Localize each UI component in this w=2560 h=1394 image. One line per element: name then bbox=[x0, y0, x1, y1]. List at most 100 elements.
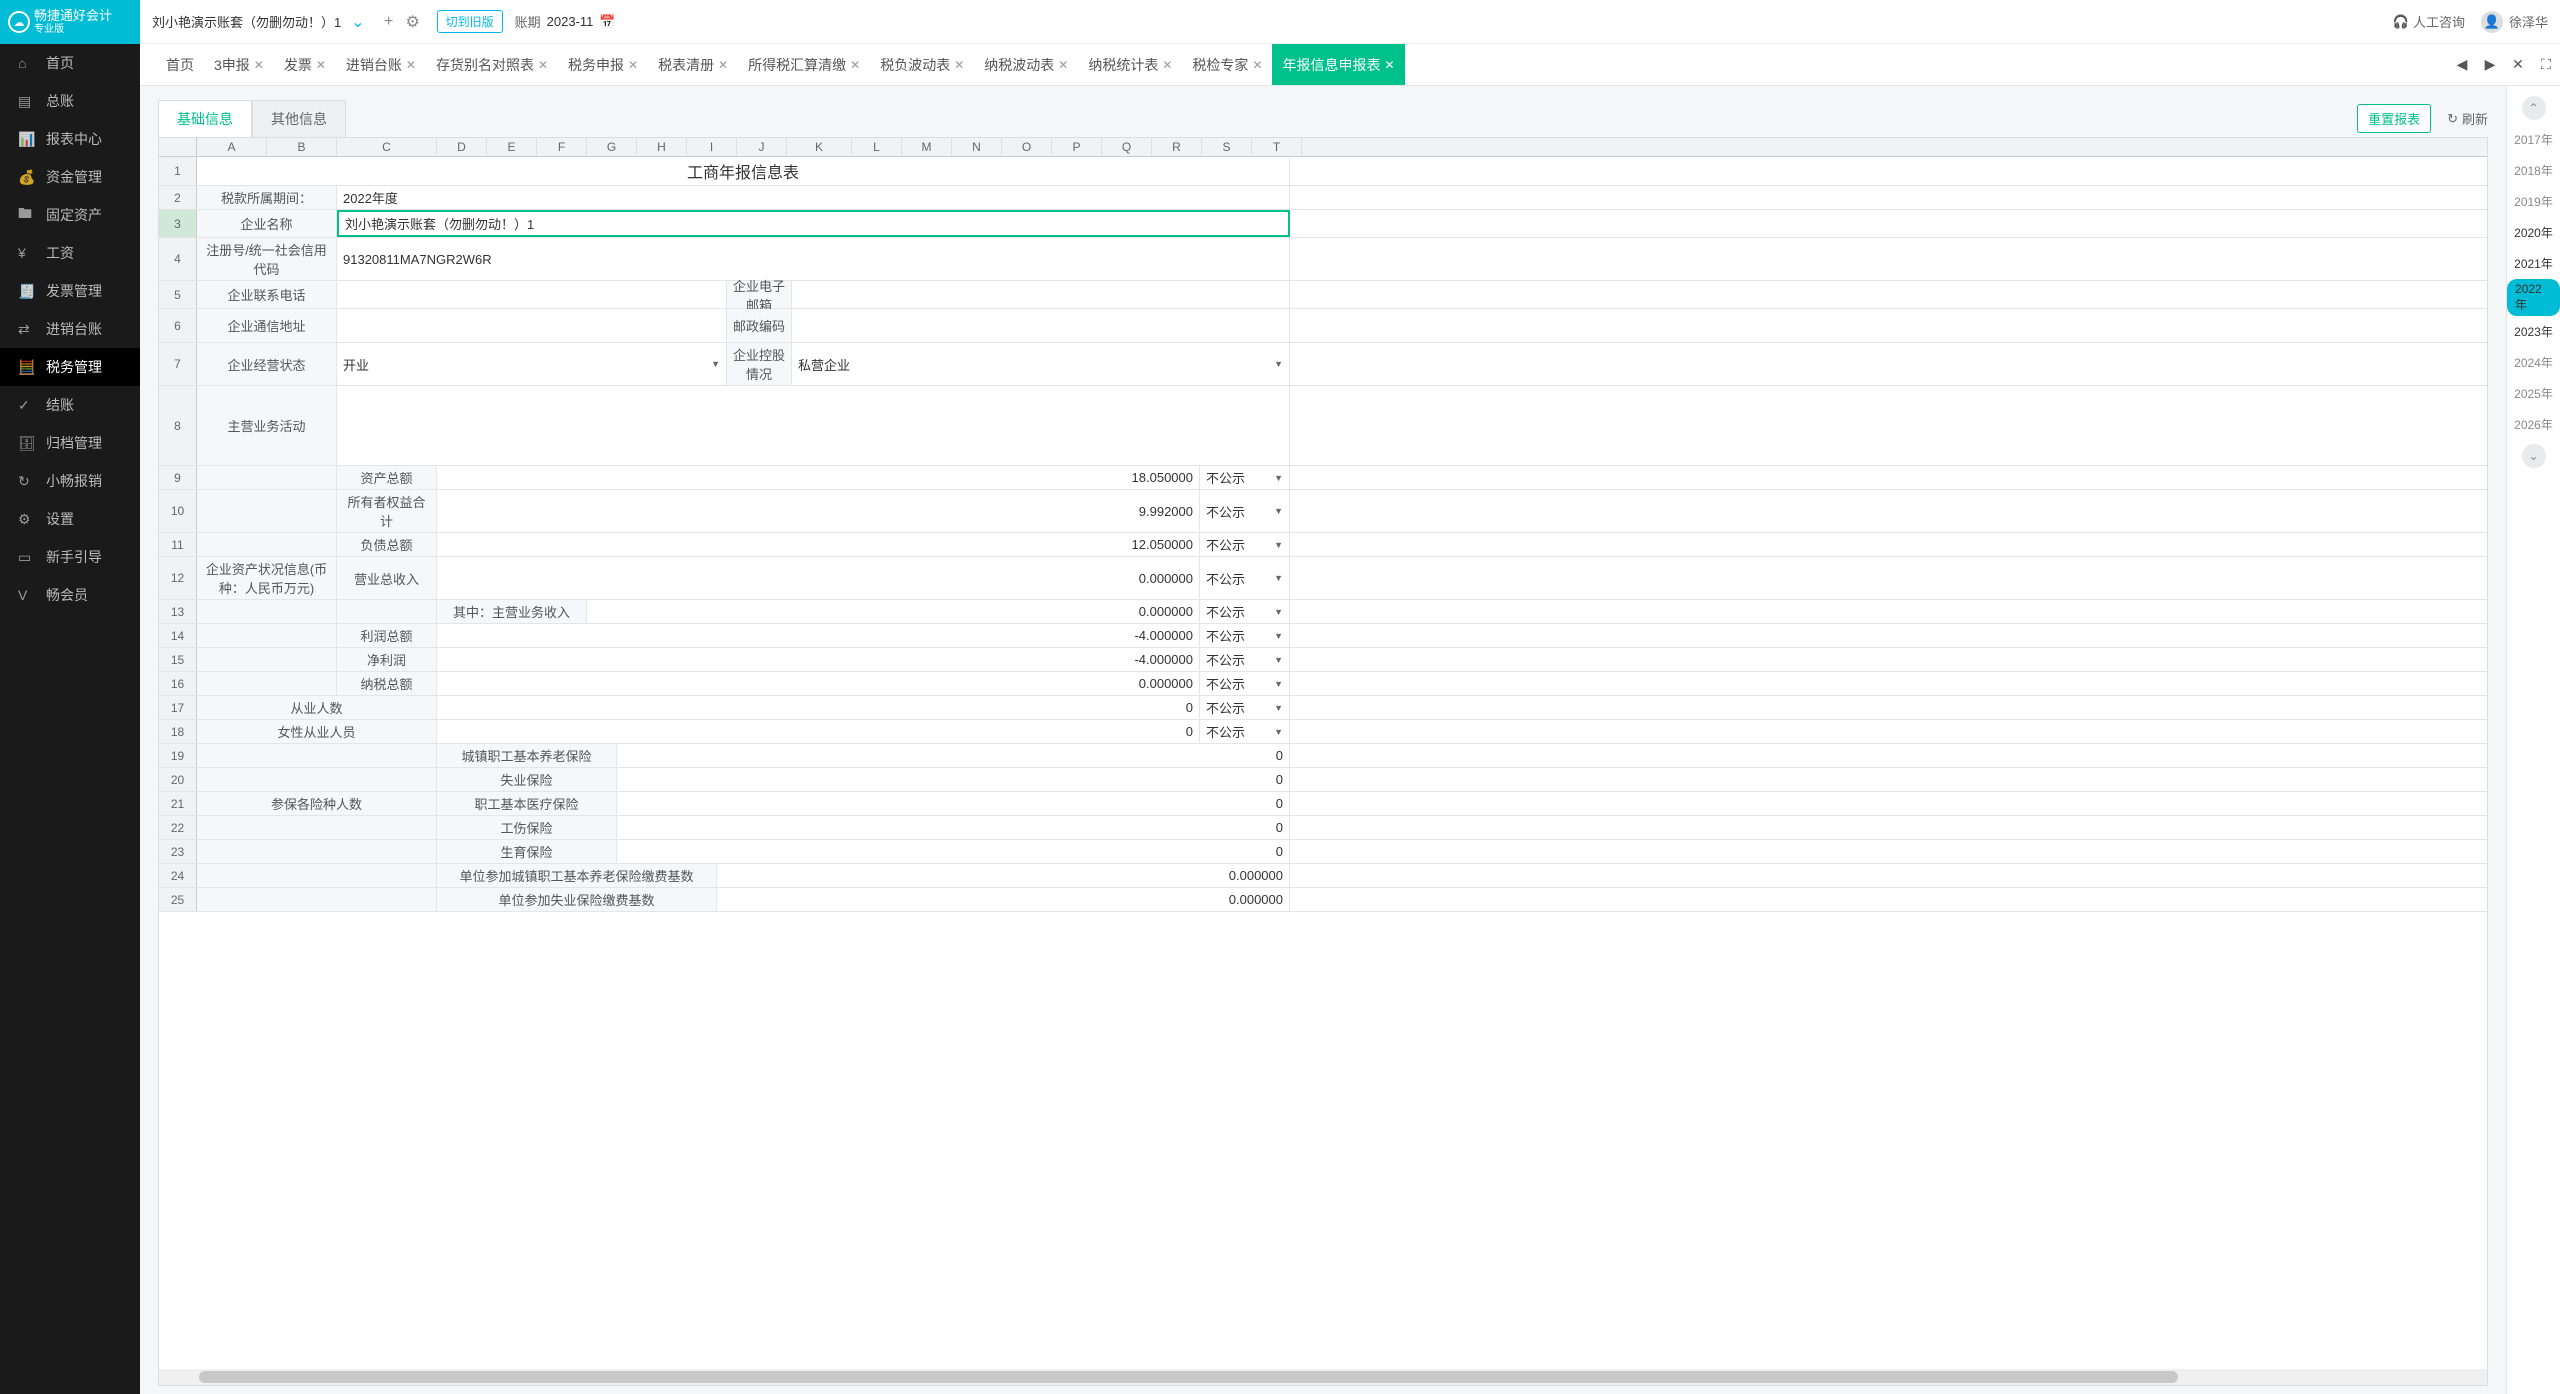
col-header-Q[interactable]: Q bbox=[1102, 138, 1152, 156]
col-header-A[interactable]: A bbox=[197, 138, 267, 156]
value-cell[interactable]: -4.000000 bbox=[437, 648, 1200, 671]
col-header-L[interactable]: L bbox=[852, 138, 902, 156]
row-header[interactable]: 22 bbox=[159, 816, 197, 839]
value-cell[interactable] bbox=[792, 309, 1290, 342]
close-icon[interactable]: ✕ bbox=[628, 58, 638, 72]
col-header-P[interactable]: P bbox=[1052, 138, 1102, 156]
row-header[interactable]: 7 bbox=[159, 343, 197, 385]
value-cell[interactable]: 91320811MA7NGR2W6R bbox=[337, 238, 1290, 280]
row-header[interactable]: 2 bbox=[159, 186, 197, 209]
close-icon[interactable]: ✕ bbox=[406, 58, 416, 72]
year-2021年[interactable]: 2021年 bbox=[2514, 248, 2553, 279]
tab-进销台账[interactable]: 进销台账✕ bbox=[336, 44, 426, 85]
add-icon[interactable]: + bbox=[377, 13, 401, 31]
value-cell[interactable]: 0.000000 bbox=[437, 672, 1200, 695]
row-header[interactable]: 18 bbox=[159, 720, 197, 743]
sidebar-item-vip[interactable]: V畅会员 bbox=[0, 576, 140, 614]
sidebar-item-inout[interactable]: ⇄进销台账 bbox=[0, 310, 140, 348]
col-header-H[interactable]: H bbox=[637, 138, 687, 156]
value-cell[interactable]: 0.000000 bbox=[587, 600, 1200, 623]
dropdown-cell[interactable]: 私营企业 bbox=[792, 343, 1290, 385]
sidebar-item-report[interactable]: 📊报表中心 bbox=[0, 120, 140, 158]
sidebar-item-close[interactable]: ✓结账 bbox=[0, 386, 140, 424]
sidebar-item-invoice[interactable]: 🧾发票管理 bbox=[0, 272, 140, 310]
col-header-S[interactable]: S bbox=[1202, 138, 1252, 156]
row-header[interactable]: 1 bbox=[159, 157, 197, 185]
row-header[interactable]: 19 bbox=[159, 744, 197, 767]
dropdown-cell[interactable]: 开业 bbox=[337, 343, 727, 385]
value-cell[interactable] bbox=[792, 281, 1290, 308]
help-link[interactable]: 🎧 人工咨询 bbox=[2393, 12, 2465, 31]
year-2023年[interactable]: 2023年 bbox=[2514, 316, 2553, 347]
sidebar-item-fund[interactable]: 💰资金管理 bbox=[0, 158, 140, 196]
tab-close-all-icon[interactable]: ✕ bbox=[2504, 51, 2532, 79]
value-cell[interactable]: 0.000000 bbox=[717, 864, 1290, 887]
col-header-C[interactable]: C bbox=[337, 138, 437, 156]
user-menu[interactable]: 👤 徐泽华 bbox=[2481, 11, 2548, 33]
row-header[interactable]: 5 bbox=[159, 281, 197, 308]
dropdown-cell[interactable]: 不公示 bbox=[1200, 672, 1290, 695]
tab-3申报[interactable]: 3申报✕ bbox=[204, 44, 274, 85]
tab-所得税汇算清缴[interactable]: 所得税汇算清缴✕ bbox=[738, 44, 870, 85]
fullscreen-icon[interactable]: ⛶ bbox=[2532, 51, 2560, 79]
value-cell[interactable]: 0 bbox=[617, 792, 1290, 815]
tab-税负波动表[interactable]: 税负波动表✕ bbox=[870, 44, 974, 85]
year-2022年[interactable]: 2022年 bbox=[2507, 279, 2560, 316]
year-2020年[interactable]: 2020年 bbox=[2514, 217, 2553, 248]
dropdown-cell[interactable]: 不公示 bbox=[1200, 720, 1290, 743]
row-header[interactable]: 15 bbox=[159, 648, 197, 671]
col-header-B[interactable]: B bbox=[267, 138, 337, 156]
row-header[interactable]: 17 bbox=[159, 696, 197, 719]
col-header-I[interactable]: I bbox=[687, 138, 737, 156]
row-header[interactable]: 11 bbox=[159, 533, 197, 556]
close-icon[interactable]: ✕ bbox=[538, 58, 548, 72]
close-icon[interactable]: ✕ bbox=[718, 58, 728, 72]
dropdown-cell[interactable]: 不公示 bbox=[1200, 600, 1290, 623]
row-header[interactable]: 6 bbox=[159, 309, 197, 342]
row-header[interactable]: 8 bbox=[159, 386, 197, 465]
calendar-icon[interactable]: 📅 bbox=[599, 14, 615, 30]
close-icon[interactable]: ✕ bbox=[1384, 58, 1394, 72]
mini-tab-基础信息[interactable]: 基础信息 bbox=[158, 100, 252, 137]
value-cell[interactable]: 0 bbox=[617, 744, 1290, 767]
value-cell[interactable] bbox=[337, 309, 727, 342]
row-header[interactable]: 25 bbox=[159, 888, 197, 911]
value-cell[interactable]: 0 bbox=[617, 840, 1290, 863]
reset-report-button[interactable]: 重置报表 bbox=[2357, 104, 2431, 133]
sidebar-item-expense[interactable]: ↻小畅报销 bbox=[0, 462, 140, 500]
col-header-O[interactable]: O bbox=[1002, 138, 1052, 156]
refresh-button[interactable]: ↻ 刷新 bbox=[2447, 109, 2488, 128]
gear-icon[interactable]: ⚙ bbox=[401, 12, 425, 32]
sidebar-item-guide[interactable]: ▭新手引导 bbox=[0, 538, 140, 576]
dropdown-cell[interactable]: 不公示 bbox=[1200, 696, 1290, 719]
value-cell[interactable]: 12.050000 bbox=[437, 533, 1200, 556]
sidebar-item-asset[interactable]: 🖿固定资产 bbox=[0, 196, 140, 234]
close-icon[interactable]: ✕ bbox=[954, 58, 964, 72]
col-header-R[interactable]: R bbox=[1152, 138, 1202, 156]
mini-tab-其他信息[interactable]: 其他信息 bbox=[252, 100, 346, 137]
col-header-G[interactable]: G bbox=[587, 138, 637, 156]
col-header-T[interactable]: T bbox=[1252, 138, 1302, 156]
tab-税务申报[interactable]: 税务申报✕ bbox=[558, 44, 648, 85]
row-header[interactable]: 4 bbox=[159, 238, 197, 280]
tab-纳税统计表[interactable]: 纳税统计表✕ bbox=[1078, 44, 1182, 85]
value-cell[interactable]: 18.050000 bbox=[437, 466, 1200, 489]
close-icon[interactable]: ✕ bbox=[1162, 58, 1172, 72]
dropdown-cell[interactable]: 不公示 bbox=[1200, 648, 1290, 671]
col-header-N[interactable]: N bbox=[952, 138, 1002, 156]
col-header-F[interactable]: F bbox=[537, 138, 587, 156]
row-header[interactable]: 10 bbox=[159, 490, 197, 532]
row-header[interactable]: 14 bbox=[159, 624, 197, 647]
tab-prev-icon[interactable]: ◀ bbox=[2448, 51, 2476, 79]
col-header-E[interactable]: E bbox=[487, 138, 537, 156]
close-icon[interactable]: ✕ bbox=[316, 58, 326, 72]
sidebar-item-home[interactable]: ⌂首页 bbox=[0, 44, 140, 82]
dropdown-cell[interactable]: 不公示 bbox=[1200, 624, 1290, 647]
row-header[interactable]: 3 bbox=[159, 210, 197, 237]
row-header[interactable]: 21 bbox=[159, 792, 197, 815]
value-cell[interactable]: 0 bbox=[617, 816, 1290, 839]
dropdown-cell[interactable]: 不公示 bbox=[1200, 466, 1290, 489]
sidebar-item-salary[interactable]: ¥工资 bbox=[0, 234, 140, 272]
account-dropdown-icon[interactable]: ⌄ bbox=[351, 12, 364, 32]
value-cell[interactable]: 0.000000 bbox=[437, 557, 1200, 599]
